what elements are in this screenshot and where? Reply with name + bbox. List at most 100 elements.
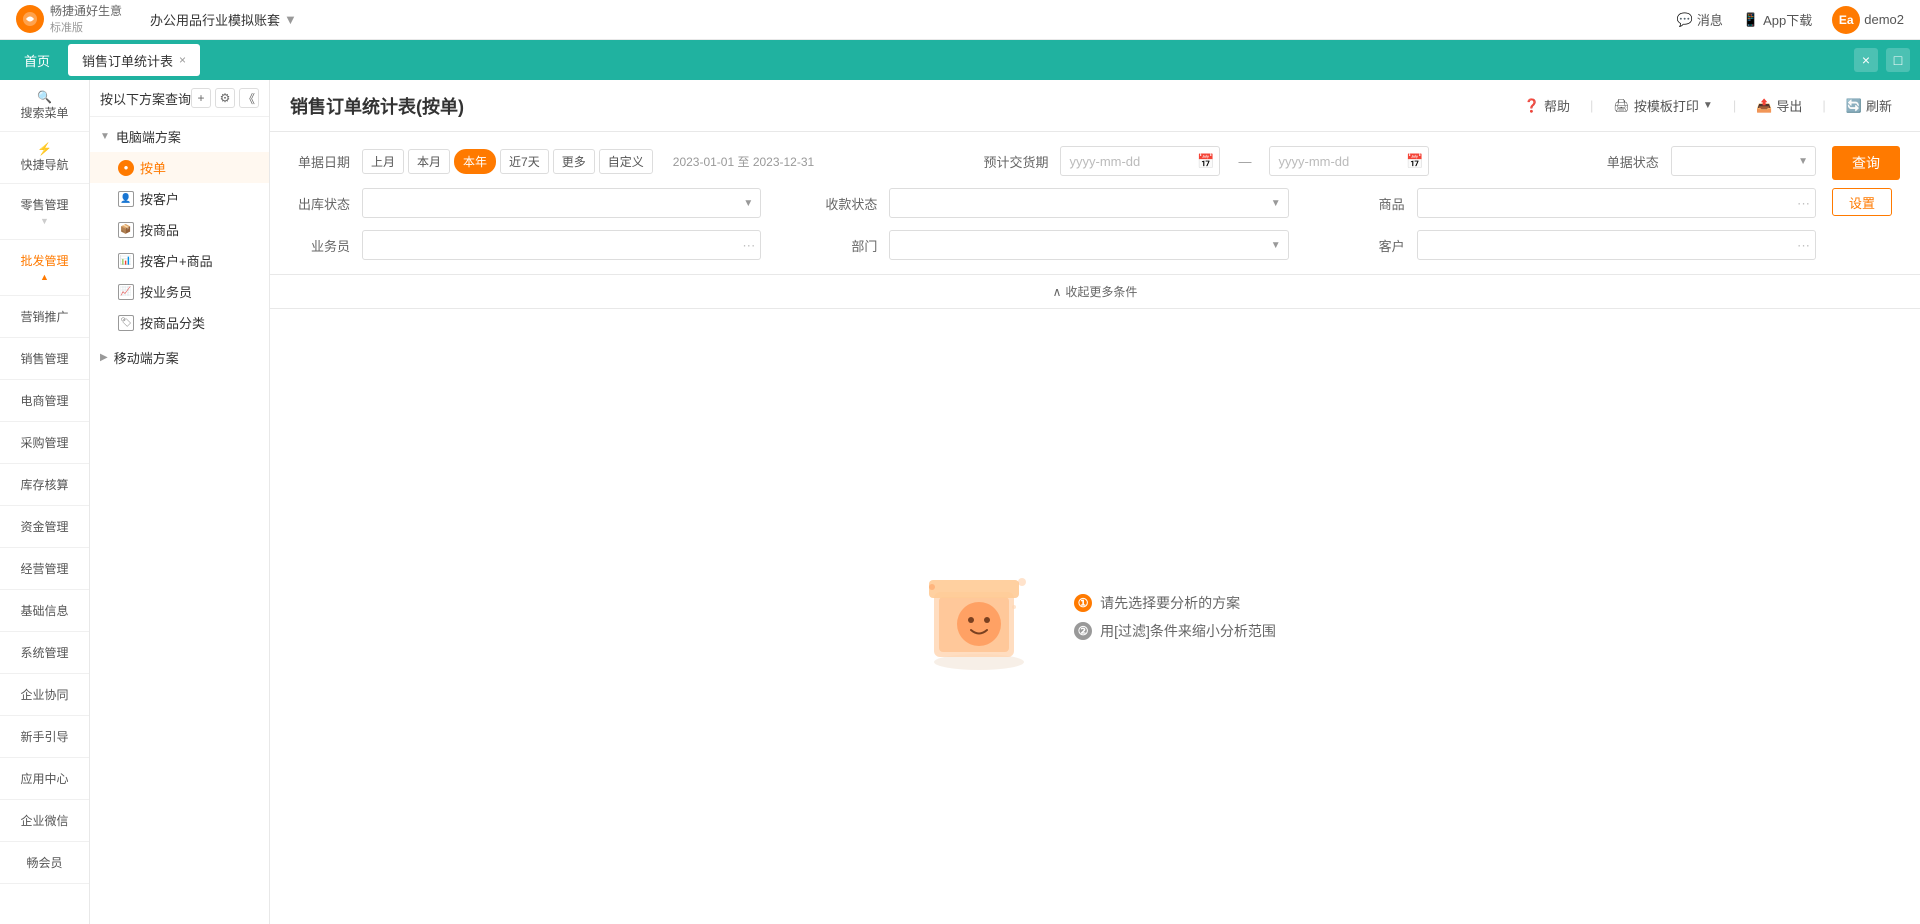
tab-sales-order[interactable]: 销售订单统计表 × <box>68 44 200 76</box>
salesperson-wrap: ··· <box>362 230 761 260</box>
filter-row-3: 业务员 ··· 部门 ▼ 客户 <box>290 230 1816 260</box>
sidebar-item-purchase[interactable]: 采购管理 <box>0 422 89 464</box>
sidebar-item-sales[interactable]: 销售管理 <box>0 338 89 380</box>
scheme-by-product[interactable]: 📦 按商品 <box>90 214 269 245</box>
scheme-by-category[interactable]: 🏷 按商品分类 <box>90 307 269 338</box>
sidebar-item-quick-nav[interactable]: ⚡ 快捷导航 <box>0 132 89 184</box>
tab-close-icon[interactable]: × <box>179 54 186 66</box>
filter-section-main: 单据日期 上月 本月 本年 近7天 更多 自定义 2023-01-01 至 20… <box>290 146 1816 260</box>
help-btn[interactable]: ❓ 帮助 <box>1516 92 1578 119</box>
delivery-status-label: 出库状态 <box>290 194 350 213</box>
mobile-group[interactable]: ▶ 移动端方案 <box>90 342 269 373</box>
by-customer-product-icon: 📊 <box>118 253 134 269</box>
date-btn-custom[interactable]: 自定义 <box>599 149 653 174</box>
date-btn-this-year[interactable]: 本年 <box>454 149 496 174</box>
logo-sub: 标准版 <box>50 19 122 35</box>
department-select[interactable] <box>889 230 1288 260</box>
message-label: 消息 <box>1697 10 1723 29</box>
customer-input[interactable] <box>1417 230 1816 260</box>
payment-status-select[interactable] <box>889 188 1288 218</box>
message-btn[interactable]: 💬 消息 <box>1677 10 1723 29</box>
scheme-by-customer-product[interactable]: 📊 按客户+商品 <box>90 245 269 276</box>
tab-maximize-btn[interactable]: □ <box>1886 48 1910 72</box>
customer-wrap: ··· <box>1417 230 1816 260</box>
refresh-label: 刷新 <box>1866 96 1892 115</box>
sidebar-item-marketing[interactable]: 营销推广 <box>0 296 89 338</box>
empty-hint-2: ② 用[过滤]条件来缩小分析范围 <box>1074 621 1276 641</box>
top-bar-right: 💬 消息 📱 App下载 Ea demo2 <box>1677 6 1904 34</box>
salesperson-ellipsis[interactable]: ··· <box>742 238 755 253</box>
sidebar-item-finance[interactable]: 资金管理 <box>0 506 89 548</box>
empty-svg <box>914 552 1044 682</box>
user-area[interactable]: Ea demo2 <box>1832 6 1904 34</box>
customer-ellipsis[interactable]: ··· <box>1797 238 1810 253</box>
collapse-label: ∧ 收起更多条件 <box>1053 283 1138 300</box>
date-btn-last-month[interactable]: 上月 <box>362 149 404 174</box>
date-btn-more[interactable]: 更多 <box>553 149 595 174</box>
scheme-by-customer[interactable]: 👤 按客户 <box>90 183 269 214</box>
sidebar-item-member[interactable]: 畅会员 <box>0 842 89 884</box>
divider2: | <box>1733 98 1736 113</box>
refresh-btn[interactable]: 🔄 刷新 <box>1838 92 1900 119</box>
date-btn-group: 上月 本月 本年 近7天 更多 自定义 <box>362 149 653 174</box>
bill-status-select[interactable] <box>1671 146 1816 176</box>
app-download-btn[interactable]: 📱 App下载 <box>1743 10 1812 29</box>
by-category-icon: 🏷 <box>118 315 134 331</box>
settings-scheme-btn[interactable]: ⚙ <box>215 88 235 108</box>
mobile-group-label: 移动端方案 <box>114 348 179 367</box>
divider1: | <box>1590 98 1593 113</box>
query-btn[interactable]: 查询 <box>1832 146 1900 180</box>
pc-group[interactable]: ▼ 电脑端方案 <box>90 121 269 152</box>
user-avatar: Ea <box>1832 6 1860 34</box>
right-content: 销售订单统计表(按单) ❓ 帮助 | 🖨 按模板打印 ▼ | 📤 <box>270 80 1920 924</box>
salesperson-label: 业务员 <box>290 236 350 255</box>
delivery-status-select[interactable] <box>362 188 761 218</box>
sidebar-item-basic[interactable]: 基础信息 <box>0 590 89 632</box>
breadcrumb-arrow-icon[interactable]: ▼ <box>284 12 297 27</box>
tab-label: 销售订单统计表 <box>82 51 173 70</box>
date-btn-7days[interactable]: 近7天 <box>500 149 549 174</box>
export-btn[interactable]: 📤 导出 <box>1748 92 1810 119</box>
page-title: 销售订单统计表(按单) <box>290 93 464 131</box>
empty-hint-1: ① 请先选择要分析的方案 <box>1074 593 1276 613</box>
goods-ellipsis[interactable]: ··· <box>1797 196 1810 211</box>
goods-label: 商品 <box>1345 194 1405 213</box>
sidebar-item-wholesale[interactable]: 批发管理 ▲ <box>0 240 89 296</box>
print-btn[interactable]: 🖨 按模板打印 ▼ <box>1605 92 1720 119</box>
collapse-panel-btn[interactable]: 《 <box>239 88 259 108</box>
refresh-icon: 🔄 <box>1846 98 1862 114</box>
export-label: 导出 <box>1776 96 1802 115</box>
top-bar-left: 畅捷通好生意 标准版 办公用品行业模拟账套 ▼ <box>16 4 297 34</box>
logo-text: 畅捷通好生意 <box>50 4 122 18</box>
collapse-bar[interactable]: ∧ 收起更多条件 <box>270 275 1920 309</box>
salesperson-input[interactable] <box>362 230 761 260</box>
sidebar-item-ecommerce[interactable]: 电商管理 <box>0 380 89 422</box>
sidebar-item-search-menu[interactable]: 🔍 搜索菜单 <box>0 80 89 132</box>
sidebar-item-system[interactable]: 系统管理 <box>0 632 89 674</box>
print-dropdown-icon: ▼ <box>1703 100 1713 111</box>
bill-status-label: 单据状态 <box>1599 152 1659 171</box>
goods-input[interactable] <box>1417 188 1816 218</box>
add-scheme-btn[interactable]: + <box>191 88 211 108</box>
empty-state: ① 请先选择要分析的方案 ② 用[过滤]条件来缩小分析范围 <box>914 552 1276 682</box>
sidebar-item-inventory[interactable]: 库存核算 <box>0 464 89 506</box>
sidebar-item-newbie[interactable]: 新手引导 <box>0 716 89 758</box>
sidebar-item-operation[interactable]: 经营管理 <box>0 548 89 590</box>
payment-status-wrap: ▼ <box>889 188 1288 218</box>
tab-minimize-btn[interactable]: × <box>1854 48 1878 72</box>
date-btn-this-month[interactable]: 本月 <box>408 149 450 174</box>
sidebar-item-enterprise[interactable]: 企业协同 <box>0 674 89 716</box>
by-order-icon: ● <box>118 160 134 176</box>
tab-home[interactable]: 首页 <box>10 44 64 76</box>
sidebar-item-retail[interactable]: 零售管理 ▼ <box>0 184 89 240</box>
sidebar-item-appcenter[interactable]: 应用中心 <box>0 758 89 800</box>
filter-row-2: 出库状态 ▼ 收款状态 ▼ 商品 <box>290 188 1816 218</box>
search-icon: 🔍 <box>6 90 83 104</box>
sidebar-item-wechat[interactable]: 企业微信 <box>0 800 89 842</box>
mobile-group-arrow-icon: ▶ <box>100 352 108 363</box>
scheme-by-order[interactable]: ● 按单 <box>90 152 269 183</box>
calendar-end-icon[interactable]: 📅 <box>1406 153 1423 170</box>
calendar-start-icon[interactable]: 📅 <box>1197 153 1214 170</box>
scheme-by-salesperson[interactable]: 📈 按业务员 <box>90 276 269 307</box>
filter-settings-btn[interactable]: 设置 <box>1832 188 1892 216</box>
